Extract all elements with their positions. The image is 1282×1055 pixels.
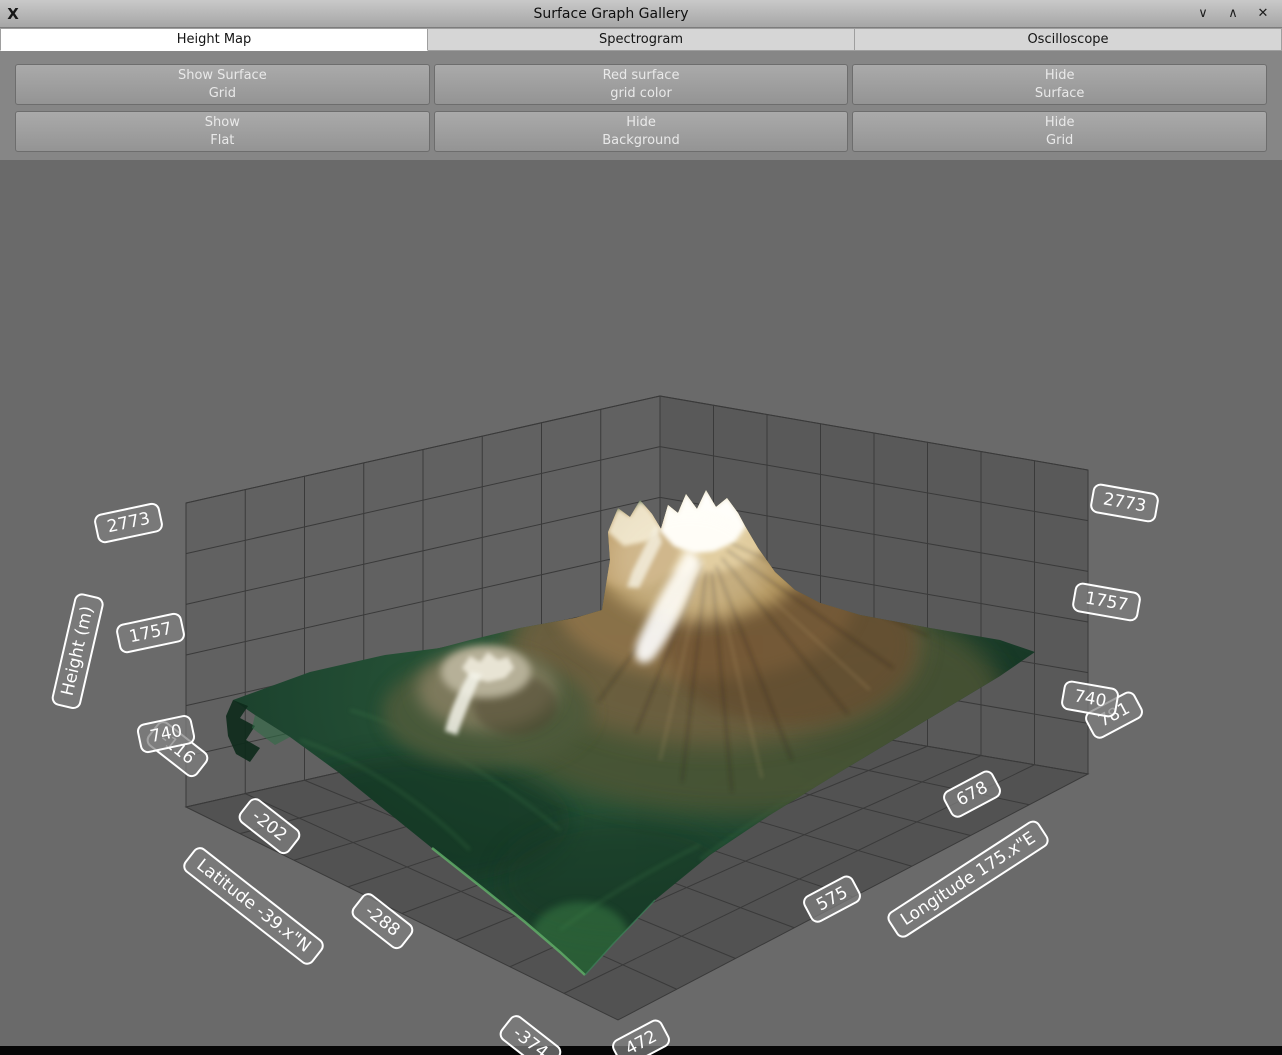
toolbar: Show Surface Grid Red surface grid color… [0,51,1282,160]
window-title: Surface Graph Gallery [26,6,1196,22]
hide-grid-button[interactable]: Hide Grid [852,111,1267,152]
button-label: Background [602,132,680,150]
button-label: Show Surface [178,67,267,85]
window-maximize-button[interactable]: ∧ [1226,6,1240,21]
hide-background-button[interactable]: Hide Background [434,111,849,152]
surface-plot-viewport[interactable]: -116 781 2773 1757 740 Height (m) -202 -… [0,160,1282,1055]
red-surface-grid-color-button[interactable]: Red surface grid color [434,64,849,105]
tab-height-map[interactable]: Height Map [0,28,428,51]
toolbar-row-2: Show Flat Hide Background Hide Grid [15,111,1267,152]
button-label: Show [205,114,240,132]
titlebar: X Surface Graph Gallery ∨ ∧ ✕ [0,0,1282,28]
button-label: Grid [209,85,236,103]
button-label: Hide [1045,114,1075,132]
show-flat-button[interactable]: Show Flat [15,111,430,152]
button-label: Flat [210,132,234,150]
button-label: Surface [1035,85,1085,103]
app-icon: X [0,5,26,23]
window-shade-button[interactable]: ∨ [1196,6,1210,21]
button-label: Grid [1046,132,1073,150]
button-label: Hide [626,114,656,132]
show-surface-grid-button[interactable]: Show Surface Grid [15,64,430,105]
button-label: grid color [610,85,672,103]
tabbar: Height Map Spectrogram Oscilloscope [0,28,1282,51]
button-label: Hide [1045,67,1075,85]
hide-surface-button[interactable]: Hide Surface [852,64,1267,105]
tab-spectrogram[interactable]: Spectrogram [428,28,855,51]
window-close-button[interactable]: ✕ [1256,6,1270,21]
button-label: Red surface [603,67,680,85]
tab-oscilloscope[interactable]: Oscilloscope [855,28,1282,51]
app-window: X Surface Graph Gallery ∨ ∧ ✕ Height Map… [0,0,1282,1055]
window-controls: ∨ ∧ ✕ [1196,6,1270,21]
toolbar-row-1: Show Surface Grid Red surface grid color… [15,64,1267,105]
